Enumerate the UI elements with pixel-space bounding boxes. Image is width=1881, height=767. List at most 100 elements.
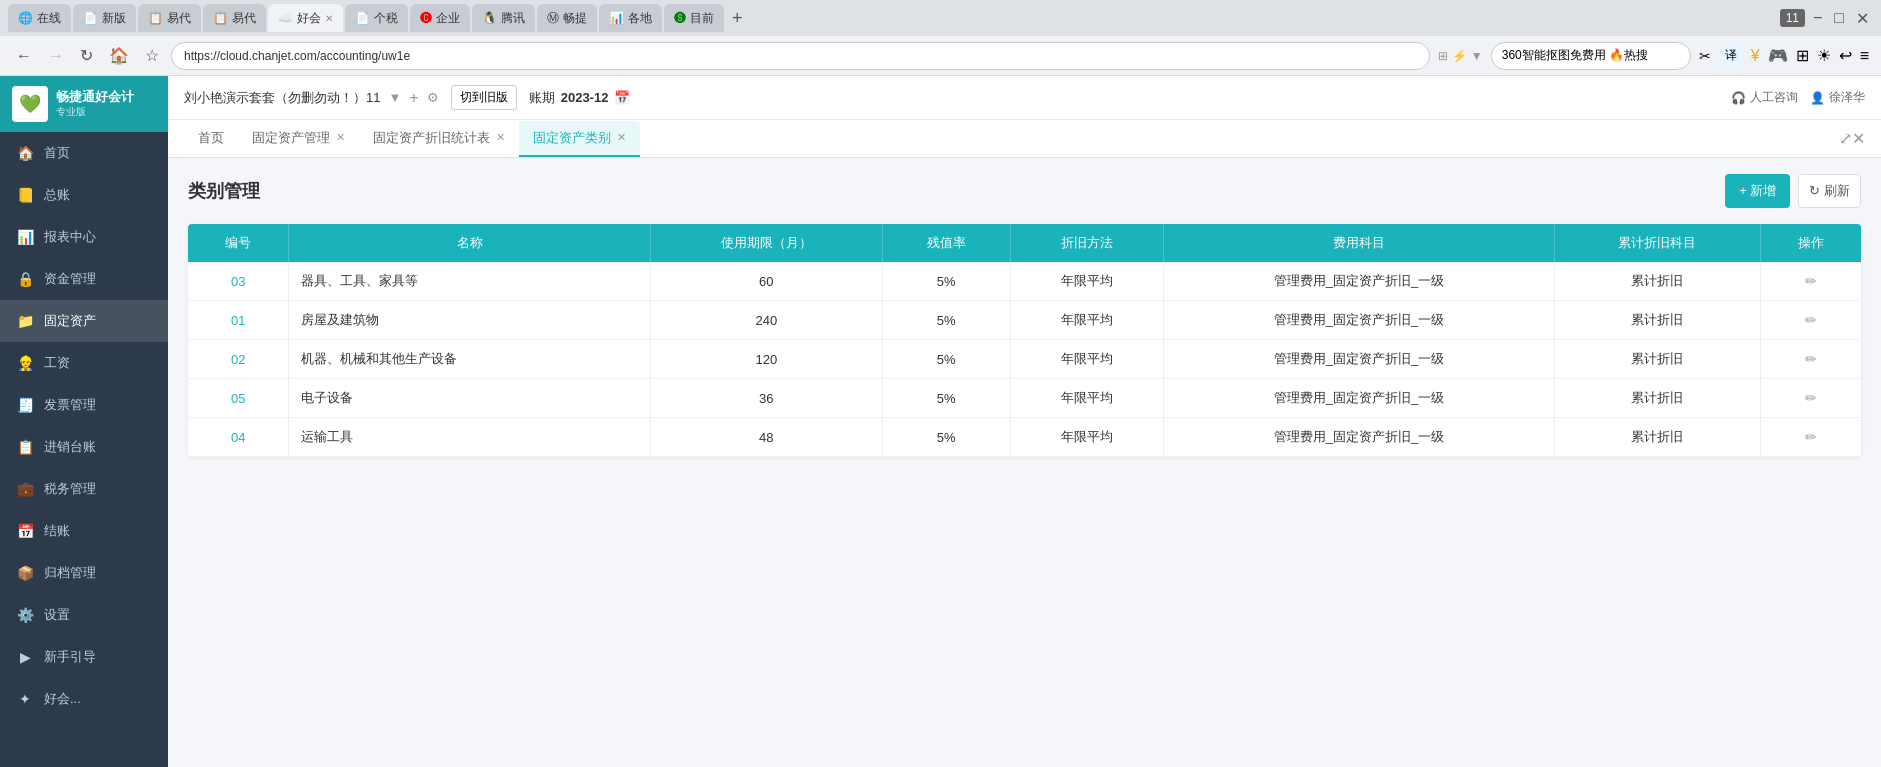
edit-icon[interactable]: ✏ (1805, 351, 1817, 367)
close-tab-category[interactable]: ✕ (617, 131, 626, 144)
add-company-icon[interactable]: + (409, 89, 418, 107)
content-tab-fixed-assets-mgmt[interactable]: 固定资产管理 ✕ (238, 121, 359, 157)
currency-icon[interactable]: ¥ (1751, 47, 1760, 65)
table-header-row: 编号 名称 使用期限（月） 残值率 折旧方法 费用科目 累计折旧科目 操作 (188, 224, 1861, 262)
sidebar-item-guide-label: 新手引导 (44, 648, 96, 666)
sidebar-item-fund[interactable]: 🔒 资金管理 (0, 258, 168, 300)
collapse-icon[interactable]: ✕ (1852, 129, 1865, 148)
company-name: 刘小艳演示套套（勿删勿动！）11 (184, 89, 380, 107)
sidebar-item-guide[interactable]: ▶ 新手引导 (0, 636, 168, 678)
sidebar-item-close[interactable]: 📅 结账 (0, 510, 168, 552)
close-window-button[interactable]: ✕ (1852, 5, 1873, 32)
forward-button[interactable]: → (44, 43, 68, 69)
grid-icon[interactable]: ⊞ (1438, 49, 1448, 63)
sidebar-item-report[interactable]: 📊 报表中心 (0, 216, 168, 258)
cell-method: 年限平均 (1010, 418, 1164, 457)
content-tab-home[interactable]: 首页 (184, 121, 238, 157)
cell-name: 电子设备 (289, 379, 651, 418)
user-avatar[interactable]: 👤 徐泽华 (1810, 89, 1865, 106)
settings-icon: ⚙️ (16, 607, 34, 623)
cell-expense: 管理费用_固定资产折旧_一级 (1164, 379, 1554, 418)
cell-expense: 管理费用_固定资产折旧_一级 (1164, 301, 1554, 340)
cell-residual: 5% (882, 379, 1010, 418)
sidebar-item-invoice[interactable]: 🧾 发票管理 (0, 384, 168, 426)
period-label: 账期 (529, 89, 555, 107)
sidebar-item-archive[interactable]: 📦 归档管理 (0, 552, 168, 594)
close-period-icon: 📅 (16, 523, 34, 539)
dropdown-arrow[interactable]: ▼ (388, 90, 401, 105)
add-button[interactable]: + 新增 (1725, 174, 1790, 208)
new-tab-button[interactable]: + (726, 8, 749, 29)
game-icon[interactable]: 🎮 (1768, 46, 1788, 65)
guide-icon: ▶ (16, 649, 34, 665)
switch-version-button[interactable]: 切到旧版 (451, 85, 517, 110)
minimize-button[interactable]: − (1809, 5, 1826, 31)
tab-qiye[interactable]: 🅒企业 (410, 4, 470, 32)
sidebar-item-settings[interactable]: ⚙️ 设置 (0, 594, 168, 636)
undo-icon[interactable]: ↩ (1839, 46, 1852, 65)
content-tab-category[interactable]: 固定资产类别 ✕ (519, 121, 640, 157)
search-input[interactable] (1491, 42, 1691, 70)
cell-id: 02 (188, 340, 289, 379)
sidebar-item-home[interactable]: 🏠 首页 (0, 132, 168, 174)
sidebar-item-payroll[interactable]: 👷 工资 (0, 342, 168, 384)
sidebar-item-haohui[interactable]: ✦ 好会... (0, 678, 168, 720)
tab-online[interactable]: 🌐在线 (8, 4, 71, 32)
close-tab-depreciation-table[interactable]: ✕ (496, 131, 505, 144)
menu-icon[interactable]: ≡ (1860, 47, 1869, 65)
tab-haohui[interactable]: ☁️好会✕ (268, 4, 343, 32)
edit-icon[interactable]: ✏ (1805, 429, 1817, 445)
edit-icon[interactable]: ✏ (1805, 273, 1817, 289)
bookmark-button[interactable]: ☆ (141, 42, 163, 69)
tab-gedi[interactable]: 📊各地 (599, 4, 662, 32)
edit-icon[interactable]: ✏ (1805, 312, 1817, 328)
maximize-button[interactable]: □ (1830, 5, 1848, 31)
address-bar[interactable] (171, 42, 1430, 70)
layout-icon[interactable]: ⊞ (1796, 46, 1809, 65)
tab-muqian[interactable]: 🅢目前 (664, 4, 724, 32)
content-tab-depreciation-table[interactable]: 固定资产折旧统计表 ✕ (359, 121, 519, 157)
settings-gear-icon[interactable]: ⚙ (427, 90, 439, 105)
header-actions: + 新增 ↻ 刷新 (1725, 174, 1861, 208)
cell-method: 年限平均 (1010, 262, 1164, 301)
col-header-name: 名称 (289, 224, 651, 262)
sidebar-item-tax[interactable]: 💼 税务管理 (0, 468, 168, 510)
sidebar-item-home-label: 首页 (44, 144, 70, 162)
translate-icon[interactable]: 译 (1719, 44, 1743, 67)
close-tab-fixed-assets-mgmt[interactable]: ✕ (336, 131, 345, 144)
cell-accum: 累计折旧 (1554, 262, 1760, 301)
haohui-icon: ✦ (16, 691, 34, 707)
sun-icon[interactable]: ☀ (1817, 46, 1831, 65)
sidebar-item-fixed-assets[interactable]: 📁 固定资产 (0, 300, 168, 342)
sidebar-item-ledger[interactable]: 📒 总账 (0, 174, 168, 216)
sidebar-item-purchase[interactable]: 📋 进销台账 (0, 426, 168, 468)
tab-new[interactable]: 📄新版 (73, 4, 136, 32)
tab-changtui[interactable]: Ⓜ畅提 (537, 4, 597, 32)
refresh-button[interactable]: ↻ 刷新 (1798, 174, 1861, 208)
refresh-nav-button[interactable]: ↻ (76, 42, 97, 69)
cut-icon[interactable]: ✂ (1699, 48, 1711, 64)
back-button[interactable]: ← (12, 43, 36, 69)
tab-yidai1[interactable]: 📋易代 (138, 4, 201, 32)
lightning-icon[interactable]: ⚡ (1452, 49, 1467, 63)
browser-tabs-bar: 🌐在线 📄新版 📋易代 📋易代 ☁️好会✕ 📄个税 🅒企业 🐧腾讯 Ⓜ畅提 📊各… (0, 0, 1881, 36)
calendar-icon[interactable]: 📅 (614, 90, 630, 105)
table-row: 01 房屋及建筑物 240 5% 年限平均 管理费用_固定资产折旧_一级 累计折… (188, 301, 1861, 340)
app-container: 💚 畅捷通好会计 专业版 🏠 首页 📒 总账 📊 报表中心 🔒 资金管理 (0, 76, 1881, 767)
purchase-icon: 📋 (16, 439, 34, 455)
tab-yidai2[interactable]: 📋易代 (203, 4, 266, 32)
expand-icon[interactable]: ⤢ (1839, 129, 1852, 148)
col-header-action: 操作 (1760, 224, 1861, 262)
dropdown-icon[interactable]: ▼ (1471, 49, 1483, 63)
sidebar-menu: 🏠 首页 📒 总账 📊 报表中心 🔒 资金管理 📁 固定资产 👷 工资 (0, 132, 168, 767)
cell-months: 240 (650, 301, 882, 340)
cell-action: ✏ (1760, 340, 1861, 379)
tab-geshui[interactable]: 📄个税 (345, 4, 408, 32)
tab-tengxun[interactable]: 🐧腾讯 (472, 4, 535, 32)
tab-count-button[interactable]: 11 (1780, 9, 1805, 27)
edit-icon[interactable]: ✏ (1805, 390, 1817, 406)
home-button[interactable]: 🏠 (105, 42, 133, 69)
consult-button[interactable]: 🎧 人工咨询 (1731, 89, 1798, 106)
cell-residual: 5% (882, 301, 1010, 340)
cell-residual: 5% (882, 418, 1010, 457)
